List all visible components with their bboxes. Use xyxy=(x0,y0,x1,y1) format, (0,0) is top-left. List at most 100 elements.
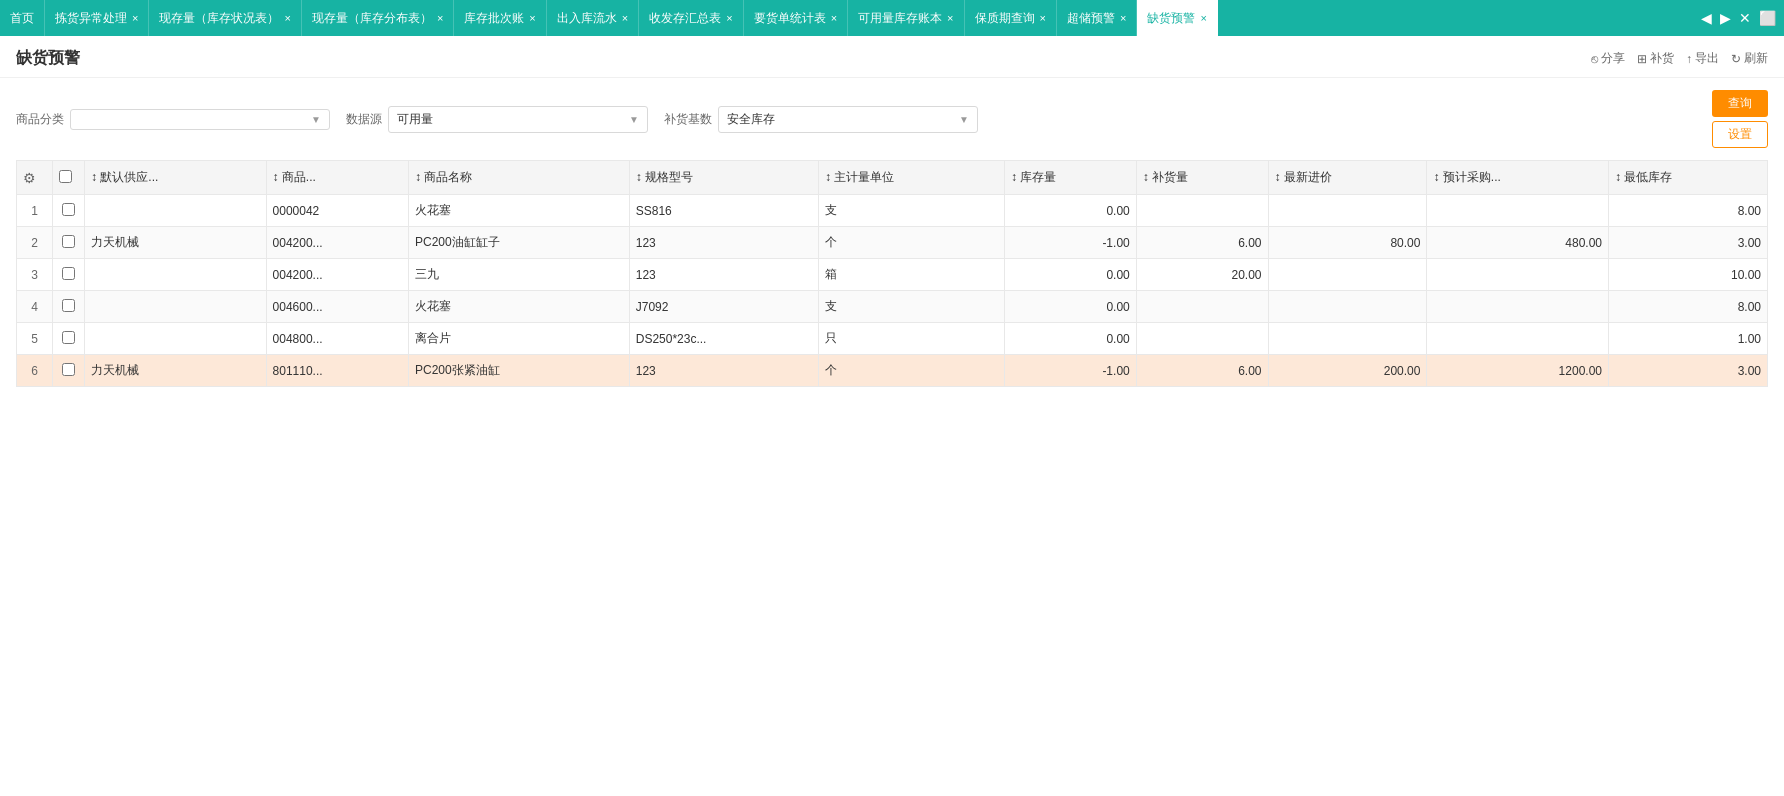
row-replenish-3 xyxy=(1136,291,1268,323)
settings-button[interactable]: 设置 xyxy=(1712,121,1768,148)
replenish-base-select[interactable]: 安全库存 ▼ xyxy=(718,106,978,133)
tab-order-stats-label: 要货单统计表 xyxy=(754,10,826,27)
tab-collect-summary[interactable]: 收发存汇总表 × xyxy=(639,0,743,36)
row-checkbox-4[interactable] xyxy=(62,331,75,344)
tab-inventory-dist[interactable]: 现存量（库存分布表） × xyxy=(302,0,454,36)
category-filter-group: 商品分类 ▼ xyxy=(16,109,330,130)
row-product-id-3: 004600... xyxy=(266,291,408,323)
row-cb-3[interactable] xyxy=(53,291,85,323)
tab-abnormal-close[interactable]: × xyxy=(132,12,138,24)
tab-batch-account-close[interactable]: × xyxy=(529,12,535,24)
share-action[interactable]: ⎋ 分享 xyxy=(1591,50,1625,67)
row-stock-3: 0.00 xyxy=(1004,291,1136,323)
row-est-purchase-3 xyxy=(1427,291,1609,323)
tab-overstock[interactable]: 超储预警 × xyxy=(1057,0,1137,36)
row-no-5: 6 xyxy=(17,355,53,387)
tab-order-stats[interactable]: 要货单统计表 × xyxy=(744,0,848,36)
col-unit[interactable]: ↕ 主计量单位 xyxy=(818,161,1004,195)
tab-overstock-close[interactable]: × xyxy=(1120,12,1126,24)
row-unit-4: 只 xyxy=(818,323,1004,355)
tab-expiry-query[interactable]: 保质期查询 × xyxy=(965,0,1057,36)
row-latest-price-1: 80.00 xyxy=(1268,227,1427,259)
row-checkbox-0[interactable] xyxy=(62,203,75,216)
query-button[interactable]: 查询 xyxy=(1712,90,1768,117)
col-min-stock[interactable]: ↕ 最低库存 xyxy=(1609,161,1768,195)
export-action[interactable]: ↑ 导出 xyxy=(1686,50,1719,67)
row-replenish-1: 6.00 xyxy=(1136,227,1268,259)
row-cb-2[interactable] xyxy=(53,259,85,291)
row-stock-2: 0.00 xyxy=(1004,259,1136,291)
row-unit-1: 个 xyxy=(818,227,1004,259)
col-est-purchase[interactable]: ↕ 预计采购... xyxy=(1427,161,1609,195)
tab-inout-flow-close[interactable]: × xyxy=(622,12,628,24)
category-select[interactable]: ▼ xyxy=(70,109,330,130)
col-product-id[interactable]: ↕ 商品... xyxy=(266,161,408,195)
export-label: 导出 xyxy=(1695,50,1719,67)
row-cb-4[interactable] xyxy=(53,323,85,355)
datasource-select[interactable]: 可用量 ▼ xyxy=(388,106,648,133)
tab-collect-summary-close[interactable]: × xyxy=(726,12,732,24)
row-cb-0[interactable] xyxy=(53,195,85,227)
row-product-name-4: 离合片 xyxy=(408,323,629,355)
col-stock[interactable]: ↕ 库存量 xyxy=(1004,161,1136,195)
tab-batch-account-label: 库存批次账 xyxy=(464,10,524,27)
tab-overstock-label: 超储预警 xyxy=(1067,10,1115,27)
tab-maximize-btn[interactable]: ⬜ xyxy=(1755,10,1780,26)
tab-home[interactable]: 首页 xyxy=(0,0,45,36)
row-est-purchase-2 xyxy=(1427,259,1609,291)
col-latest-price[interactable]: ↕ 最新进价 xyxy=(1268,161,1427,195)
tab-available-ledger[interactable]: 可用量库存账本 × xyxy=(848,0,964,36)
tab-expiry-query-close[interactable]: × xyxy=(1040,12,1046,24)
row-min-stock-1: 3.00 xyxy=(1609,227,1768,259)
tab-shortage-close[interactable]: × xyxy=(1200,12,1206,24)
row-product-name-3: 火花塞 xyxy=(408,291,629,323)
tab-collect-summary-label: 收发存汇总表 xyxy=(649,10,721,27)
row-unit-2: 箱 xyxy=(818,259,1004,291)
refresh-action[interactable]: ↻ 刷新 xyxy=(1731,50,1768,67)
row-product-name-0: 火花塞 xyxy=(408,195,629,227)
col-stock-label: ↕ 库存量 xyxy=(1011,170,1056,184)
tab-prev-btn[interactable]: ◀ xyxy=(1697,10,1716,26)
column-settings-icon[interactable]: ⚙ xyxy=(23,170,36,186)
filter-area: 商品分类 ▼ 数据源 可用量 ▼ 补货基数 安全库存 ▼ 查询 设置 xyxy=(0,78,1784,160)
row-unit-3: 支 xyxy=(818,291,1004,323)
tab-shortage[interactable]: 缺货预警 × xyxy=(1137,0,1217,36)
header-actions: ⎋ 分享 ⊞ 补货 ↑ 导出 ↻ 刷新 xyxy=(1591,50,1768,67)
row-latest-price-4 xyxy=(1268,323,1427,355)
tab-inventory-status-close[interactable]: × xyxy=(284,12,290,24)
tab-order-stats-close[interactable]: × xyxy=(831,12,837,24)
col-min-stock-label: ↕ 最低库存 xyxy=(1615,170,1672,184)
replenish-icon: ⊞ xyxy=(1637,52,1647,66)
col-product-name-label: ↕ 商品名称 xyxy=(415,170,472,184)
datasource-select-arrow: ▼ xyxy=(629,114,639,125)
tab-inventory-dist-close[interactable]: × xyxy=(437,12,443,24)
tab-abnormal[interactable]: 拣货异常处理 × xyxy=(45,0,149,36)
row-spec-0: SS816 xyxy=(629,195,818,227)
datasource-filter-group: 数据源 可用量 ▼ xyxy=(346,106,648,133)
row-cb-1[interactable] xyxy=(53,227,85,259)
row-checkbox-5[interactable] xyxy=(62,363,75,376)
row-checkbox-2[interactable] xyxy=(62,267,75,280)
select-all-checkbox[interactable] xyxy=(59,170,72,183)
tab-next-btn[interactable]: ▶ xyxy=(1716,10,1735,26)
col-product-name[interactable]: ↕ 商品名称 xyxy=(408,161,629,195)
col-replenish[interactable]: ↕ 补货量 xyxy=(1136,161,1268,195)
row-product-id-4: 004800... xyxy=(266,323,408,355)
replenish-action[interactable]: ⊞ 补货 xyxy=(1637,50,1674,67)
table-row: 4 004600... 火花塞 J7092 支 0.00 8.00 xyxy=(17,291,1768,323)
row-stock-1: -1.00 xyxy=(1004,227,1136,259)
tab-close-all-btn[interactable]: ✕ xyxy=(1735,10,1755,26)
col-supplier-label: ↕ 默认供应... xyxy=(91,170,158,184)
row-checkbox-3[interactable] xyxy=(62,299,75,312)
tab-available-ledger-close[interactable]: × xyxy=(947,12,953,24)
tab-inout-flow[interactable]: 出入库流水 × xyxy=(547,0,639,36)
col-supplier[interactable]: ↕ 默认供应... xyxy=(85,161,267,195)
row-cb-5[interactable] xyxy=(53,355,85,387)
row-replenish-5: 6.00 xyxy=(1136,355,1268,387)
col-spec[interactable]: ↕ 规格型号 xyxy=(629,161,818,195)
row-supplier-3 xyxy=(85,291,267,323)
tab-batch-account[interactable]: 库存批次账 × xyxy=(454,0,546,36)
row-checkbox-1[interactable] xyxy=(62,235,75,248)
table-row: 1 0000042 火花塞 SS816 支 0.00 8.00 xyxy=(17,195,1768,227)
tab-inventory-status[interactable]: 现存量（库存状况表） × xyxy=(149,0,301,36)
